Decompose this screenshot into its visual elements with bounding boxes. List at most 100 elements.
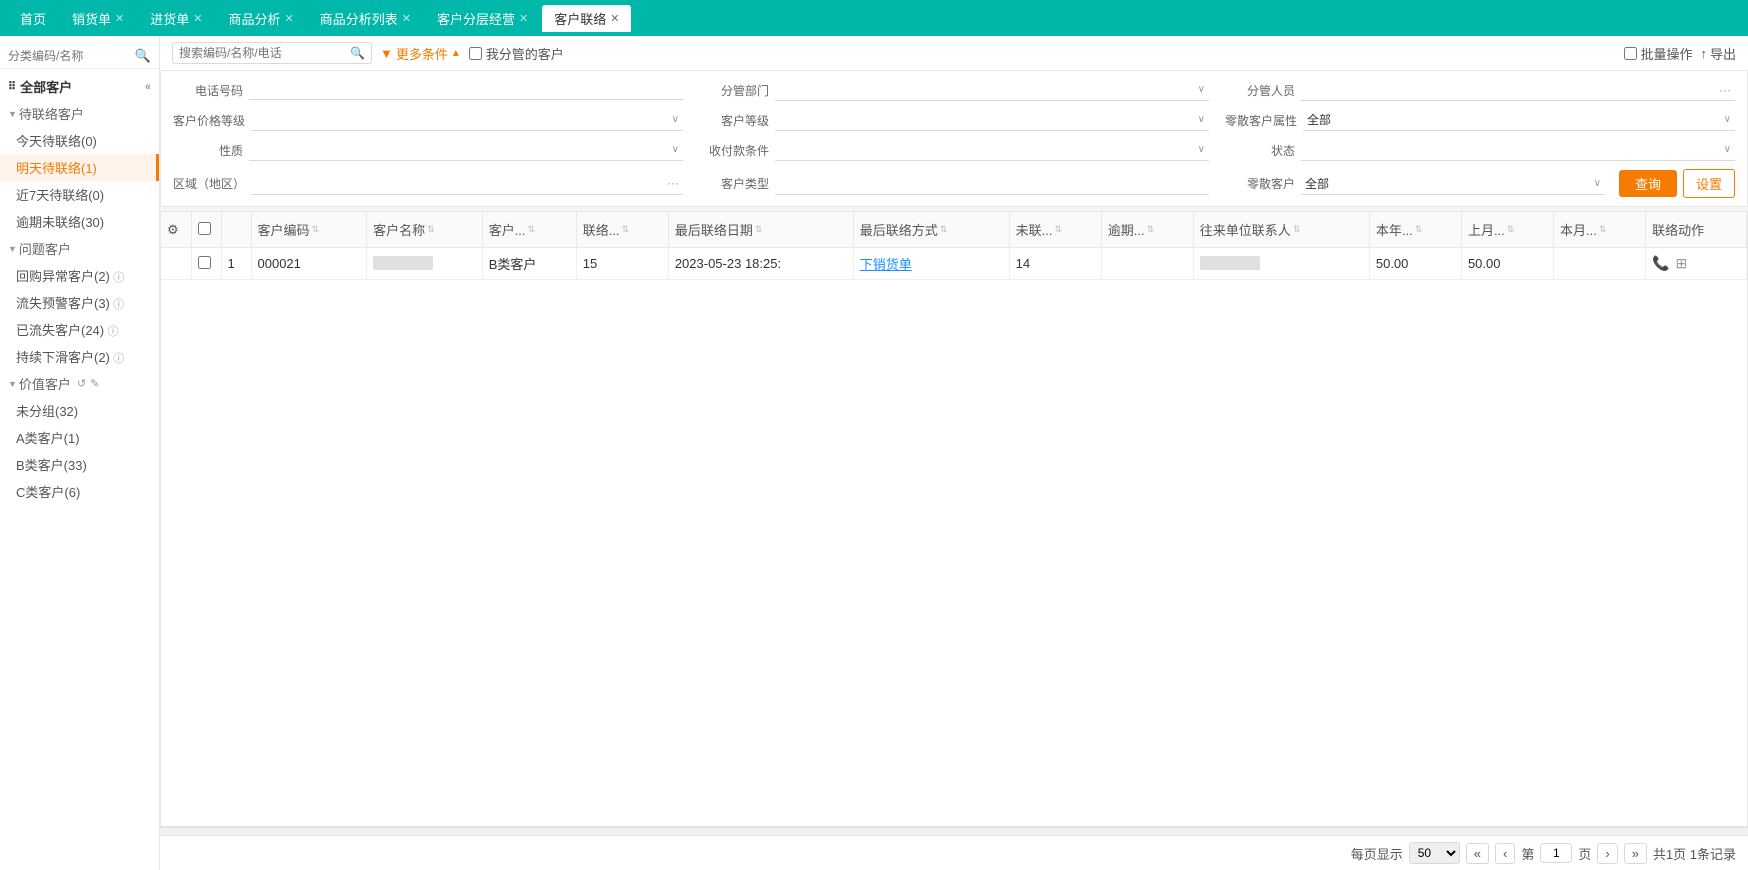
sidebar-item-unclassified[interactable]: 未分组(32): [0, 397, 159, 424]
filter-label-status: 状态: [1225, 142, 1295, 159]
filter-select-customer-level[interactable]: ∨: [775, 109, 1209, 131]
search-icon[interactable]: 🔍: [135, 48, 151, 64]
row-last-contact-method[interactable]: 下销货单: [853, 248, 1009, 280]
sidebar-search-input[interactable]: [8, 49, 131, 63]
nav-item-sales-order[interactable]: 销货单 ✕: [60, 5, 136, 32]
row-last-month: 50.00: [1461, 248, 1553, 280]
filter-input-phone[interactable]: [249, 81, 683, 100]
per-page-select[interactable]: 50 20 100: [1409, 842, 1460, 864]
export-btn[interactable]: ↑ 导出: [1700, 44, 1736, 63]
sidebar: 🔍 ⠿ 全部客户 « ▼ 待联络客户 今天待联络(0) 明天待联络(1) 近7天…: [0, 36, 160, 870]
col-last-contact-date[interactable]: 最后联络日期 ⇅: [668, 212, 853, 248]
filter-select-retail-customer[interactable]: 全部 ∨: [1301, 173, 1605, 195]
col-this-month[interactable]: 本月... ⇅: [1554, 212, 1646, 248]
more-conditions-btn[interactable]: ▼ 更多条件 ▲: [380, 44, 461, 63]
filter-select-retail-attr[interactable]: 全部 ∨: [1303, 109, 1735, 131]
filter-label-retail-customer: 零散客户: [1225, 175, 1295, 192]
nav-item-customer-contact[interactable]: 客户联络 ✕: [542, 5, 631, 32]
select-all-checkbox[interactable]: [198, 222, 211, 235]
phone-icon[interactable]: 📞: [1652, 255, 1669, 272]
filter-select-branch-person[interactable]: ···: [1301, 79, 1735, 101]
nav-item-purchase-order[interactable]: 进货单 ✕: [138, 5, 214, 32]
col-customer-name[interactable]: 客户名称 ⇅: [367, 212, 483, 248]
first-page-btn[interactable]: «: [1466, 843, 1489, 864]
filter-row-region: 区域（地区） ···: [173, 169, 683, 198]
page-input[interactable]: [1540, 843, 1572, 863]
sidebar-group-value-customers[interactable]: ▼ 价值客户 ↺ ✎: [0, 370, 159, 397]
all-customers-item[interactable]: ⠿ 全部客户 «: [0, 73, 159, 100]
filter-select-payment-terms[interactable]: ∨: [775, 139, 1209, 161]
sort-icon: ⇅: [1293, 224, 1301, 235]
last-page-btn[interactable]: »: [1624, 843, 1647, 864]
filter-select-customer-type[interactable]: [775, 173, 1209, 195]
sidebar-item-repurchase-abnormal[interactable]: 回购异常客户(2) ⓘ: [0, 262, 159, 289]
filter-row-price-level: 客户价格等级 ∨: [173, 109, 683, 131]
search-icon[interactable]: 🔍: [350, 46, 365, 60]
nav-item-product-analysis[interactable]: 商品分析 ✕: [216, 5, 305, 32]
horizontal-scrollbar[interactable]: [160, 827, 1748, 835]
query-button[interactable]: 查询: [1619, 170, 1677, 197]
row-select-checkbox[interactable]: [198, 256, 211, 269]
col-this-year[interactable]: 本年... ⇅: [1369, 212, 1461, 248]
sort-icon: ⇅: [1507, 224, 1515, 235]
close-icon[interactable]: ✕: [519, 12, 528, 25]
search-input[interactable]: [179, 46, 346, 60]
batch-op-btn[interactable]: 批量操作: [1624, 44, 1692, 63]
sidebar-group-pending-contact[interactable]: ▼ 待联络客户: [0, 100, 159, 127]
close-icon[interactable]: ✕: [115, 12, 124, 25]
filter-select-status[interactable]: ∨: [1301, 139, 1735, 161]
sidebar-item-lost-risk[interactable]: 流失预警客户(3) ⓘ: [0, 289, 159, 316]
nav-item-home[interactable]: 首页: [8, 5, 58, 32]
sidebar-item-class-a[interactable]: A类客户(1): [0, 424, 159, 451]
filter-select-gender[interactable]: ∨: [249, 139, 683, 161]
my-customers-check[interactable]: 我分管的客户: [469, 44, 564, 63]
sidebar-item-today[interactable]: 今天待联络(0): [0, 127, 159, 154]
sidebar-item-class-c[interactable]: C类客户(6): [0, 478, 159, 505]
row-checkbox[interactable]: [191, 248, 221, 280]
col-contact-person[interactable]: 往来单位联系人 ⇅: [1193, 212, 1369, 248]
sidebar-item-continuous-decline[interactable]: 持续下滑客户(2) ⓘ: [0, 343, 159, 370]
batch-op-checkbox[interactable]: [1624, 47, 1637, 60]
nav-item-product-analysis-list[interactable]: 商品分析列表 ✕: [308, 5, 423, 32]
settings-button[interactable]: 设置: [1683, 169, 1735, 198]
col-customer-cat[interactable]: 客户... ⇅: [482, 212, 576, 248]
grid-icon[interactable]: ⊞: [1676, 255, 1688, 272]
col-contact[interactable]: 联络... ⇅: [576, 212, 668, 248]
my-customers-checkbox[interactable]: [469, 47, 482, 60]
gear-icon[interactable]: ⚙: [167, 222, 179, 237]
row-no-contact: 14: [1009, 248, 1101, 280]
row-contact-person: [1193, 248, 1369, 280]
chevron-up-icon: ▲: [451, 48, 461, 59]
col-gear[interactable]: ⚙: [161, 212, 191, 248]
filter-select-price-level[interactable]: ∨: [251, 109, 683, 131]
sidebar-item-week[interactable]: 近7天待联络(0): [0, 181, 159, 208]
filter-row-branch-dept: 分管部门 ∨: [699, 79, 1209, 101]
sidebar-group-problem-customers[interactable]: ▼ 问题客户: [0, 235, 159, 262]
col-checkbox[interactable]: [191, 212, 221, 248]
col-overdue[interactable]: 逾期... ⇅: [1101, 212, 1193, 248]
sidebar-item-overdue[interactable]: 逾期未联络(30): [0, 208, 159, 235]
close-icon[interactable]: ✕: [285, 12, 294, 25]
collapse-icon[interactable]: «: [145, 81, 151, 93]
sort-icon: ⇅: [940, 224, 948, 235]
per-page-label: 每页显示: [1351, 844, 1403, 863]
col-last-contact-method[interactable]: 最后联络方式 ⇅: [853, 212, 1009, 248]
filter-select-branch-dept[interactable]: ∨: [775, 79, 1209, 101]
sidebar-item-tomorrow[interactable]: 明天待联络(1): [0, 154, 159, 181]
nav-item-customer-segmentation[interactable]: 客户分层经营 ✕: [425, 5, 540, 32]
sidebar-item-class-b[interactable]: B类客户(33): [0, 451, 159, 478]
row-index: 1: [221, 248, 251, 280]
sidebar-item-lost[interactable]: 已流失客户(24) ⓘ: [0, 316, 159, 343]
filter-label-branch-dept: 分管部门: [699, 82, 769, 99]
filter-label-customer-type: 客户类型: [699, 175, 769, 192]
close-icon[interactable]: ✕: [610, 12, 619, 25]
close-icon[interactable]: ✕: [402, 12, 411, 25]
col-no-contact[interactable]: 未联... ⇅: [1009, 212, 1101, 248]
filter-select-region[interactable]: ···: [251, 173, 683, 195]
chevron-down-icon: ∨: [1198, 84, 1205, 95]
col-customer-code[interactable]: 客户编码 ⇅: [251, 212, 367, 248]
close-icon[interactable]: ✕: [193, 12, 202, 25]
prev-page-btn[interactable]: ‹: [1495, 843, 1515, 864]
next-page-btn[interactable]: ›: [1597, 843, 1617, 864]
col-last-month[interactable]: 上月... ⇅: [1461, 212, 1553, 248]
